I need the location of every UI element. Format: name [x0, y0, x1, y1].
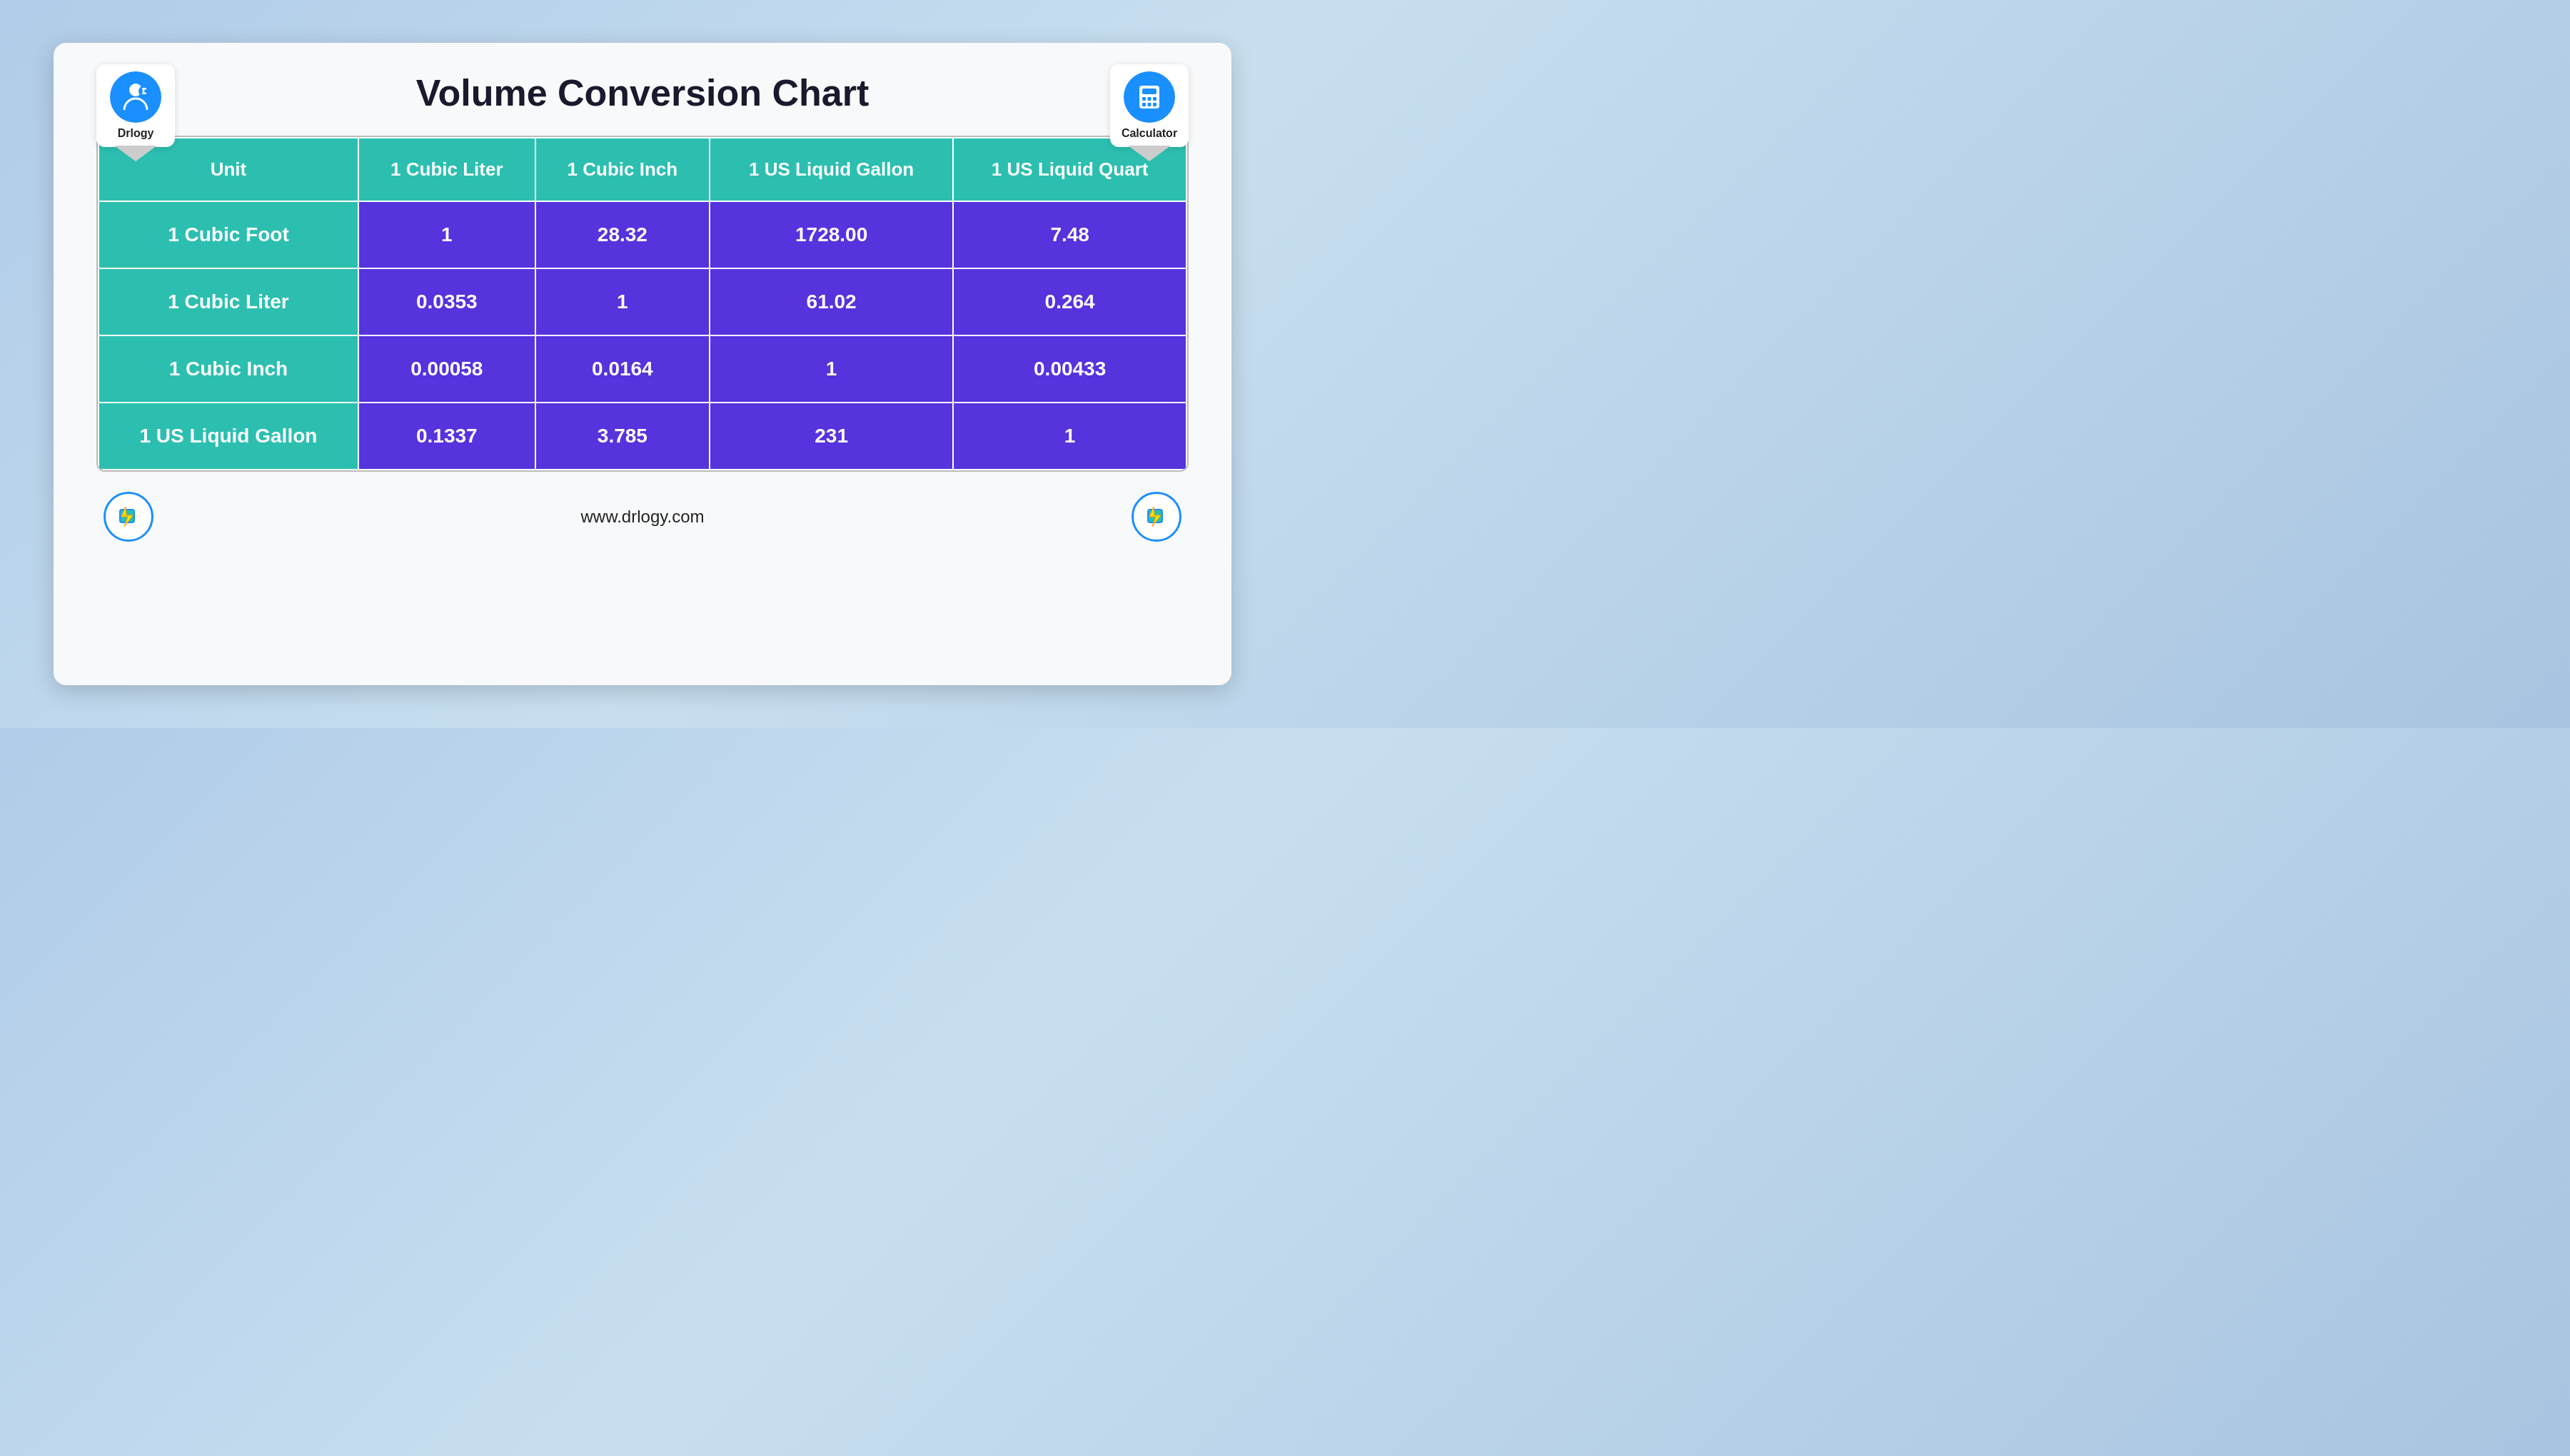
col-cubic-inch: 1 Cubic Inch [535, 138, 710, 201]
footer-url: www.drlogy.com [581, 507, 705, 527]
row-value: 0.0353 [358, 268, 535, 335]
calculator-icon [1124, 71, 1175, 123]
row-unit-label: 1 Cubic Liter [99, 268, 358, 335]
row-value: 0.00433 [953, 335, 1186, 403]
row-value: 3.785 [535, 403, 710, 470]
row-value: 1 [953, 403, 1186, 470]
main-card: Drlogy Volume Conversion Chart [54, 43, 1231, 685]
table-row: 1 Cubic Liter0.0353161.020.264 [99, 268, 1186, 335]
table-header-row: Unit 1 Cubic Liter 1 Cubic Inch 1 US Liq… [99, 138, 1186, 201]
header: Drlogy Volume Conversion Chart [96, 64, 1189, 114]
drlogy-label: Drlogy [118, 127, 154, 140]
footer: www.drlogy.com [96, 492, 1189, 542]
table-row: 1 Cubic Foot128.321728.007.48 [99, 201, 1186, 268]
drlogy-badge: Drlogy [96, 64, 175, 147]
col-us-liquid-gallon: 1 US Liquid Gallon [710, 138, 953, 201]
table-row: 1 US Liquid Gallon0.13373.7852311 [99, 403, 1186, 470]
drlogy-icon [110, 71, 161, 123]
logo-right: Calculator [1110, 64, 1189, 161]
row-value: 0.264 [953, 268, 1186, 335]
svg-rect-6 [1142, 89, 1156, 94]
row-value: 61.02 [710, 268, 953, 335]
conversion-table-container: Unit 1 Cubic Liter 1 Cubic Inch 1 US Liq… [96, 136, 1189, 472]
svg-rect-9 [1153, 97, 1156, 101]
row-unit-label: 1 US Liquid Gallon [99, 403, 358, 470]
svg-rect-11 [1148, 103, 1152, 106]
row-value: 1 [358, 201, 535, 268]
logo-left: Drlogy [96, 64, 175, 161]
row-value: 0.00058 [358, 335, 535, 403]
row-unit-label: 1 Cubic Inch [99, 335, 358, 403]
left-chevron [114, 146, 157, 161]
svg-rect-8 [1148, 97, 1152, 101]
footer-icon-right [1132, 492, 1181, 542]
row-value: 231 [710, 403, 953, 470]
svg-rect-10 [1142, 103, 1146, 106]
row-value: 0.1337 [358, 403, 535, 470]
page-title: Volume Conversion Chart [416, 64, 870, 114]
table-row: 1 Cubic Inch0.000580.016410.00433 [99, 335, 1186, 403]
calculator-label: Calculator [1122, 127, 1177, 140]
row-value: 1728.00 [710, 201, 953, 268]
row-value: 28.32 [535, 201, 710, 268]
svg-rect-4 [143, 88, 145, 94]
svg-rect-7 [1142, 97, 1146, 101]
conversion-table: Unit 1 Cubic Liter 1 Cubic Inch 1 US Liq… [98, 137, 1187, 470]
row-value: 7.48 [953, 201, 1186, 268]
col-cubic-liter: 1 Cubic Liter [358, 138, 535, 201]
right-chevron [1128, 146, 1171, 161]
footer-icon-left [104, 492, 153, 542]
calculator-badge: Calculator [1110, 64, 1189, 147]
row-value: 1 [710, 335, 953, 403]
row-unit-label: 1 Cubic Foot [99, 201, 358, 268]
row-value: 1 [535, 268, 710, 335]
row-value: 0.0164 [535, 335, 710, 403]
svg-rect-12 [1153, 103, 1156, 106]
